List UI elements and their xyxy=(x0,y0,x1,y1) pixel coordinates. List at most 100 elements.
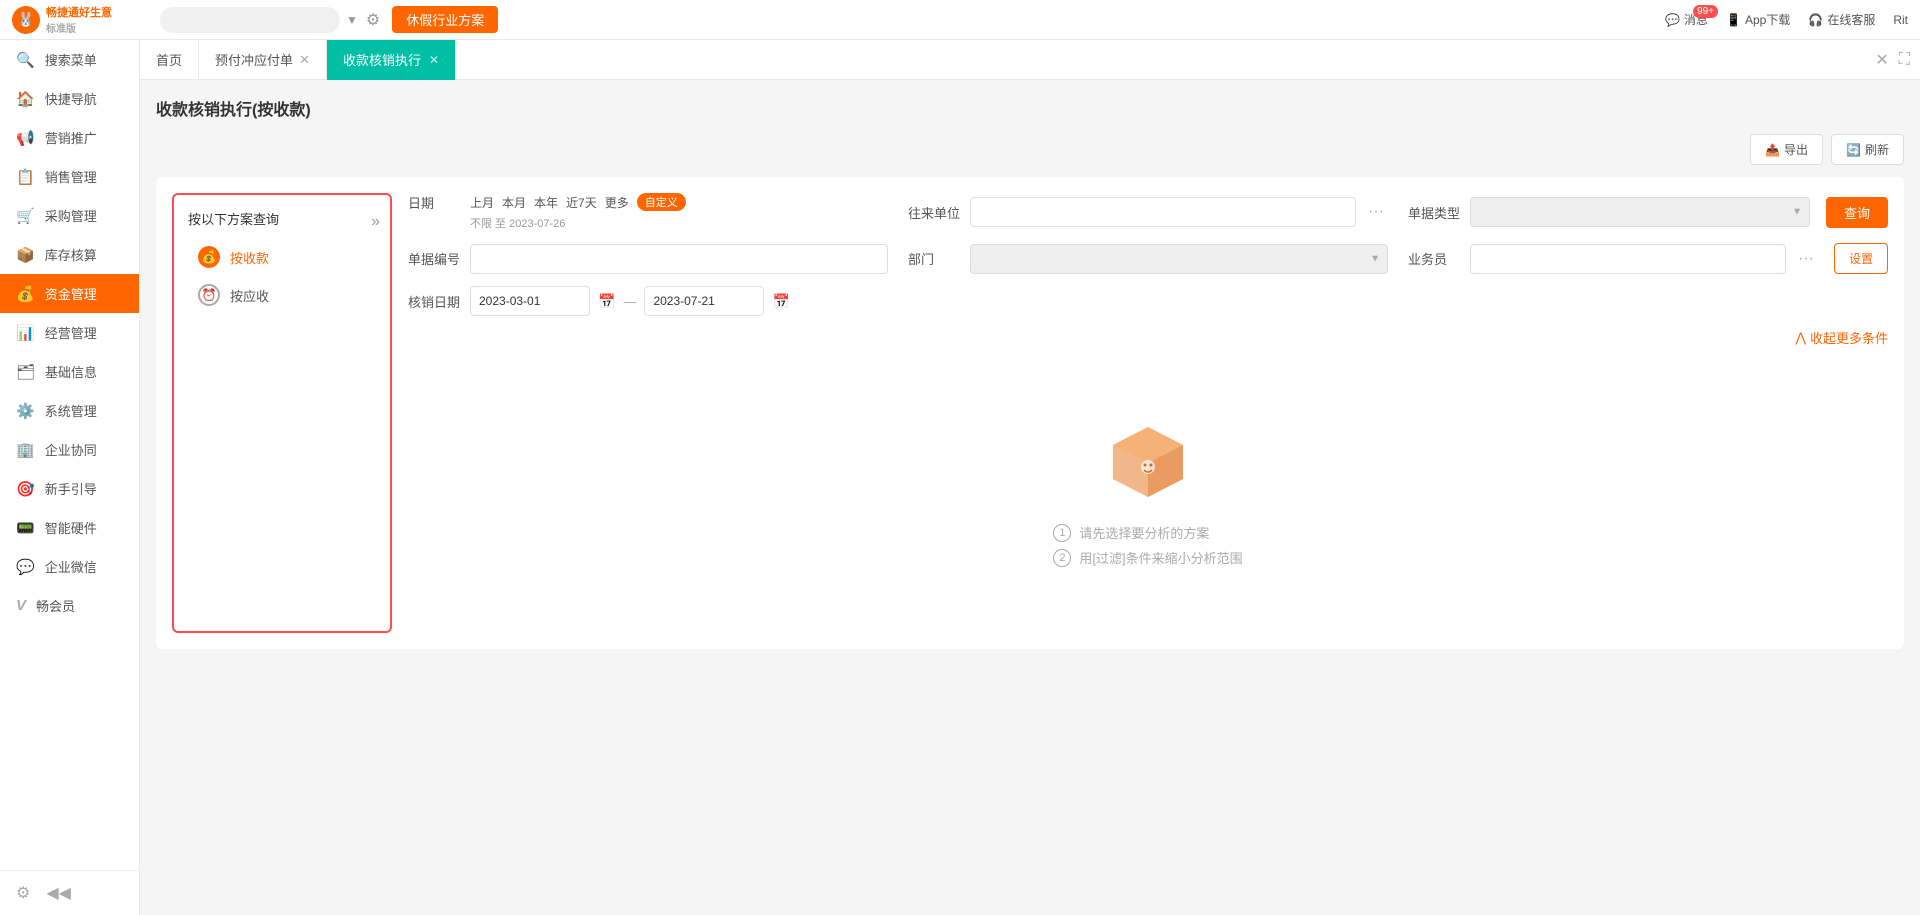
sidebar-bottom: ⚙ ◀◀ xyxy=(0,870,139,915)
guide-icon: 🎯 xyxy=(16,480,35,498)
sidebar-item-enterprise[interactable]: 🏢 企业协同 xyxy=(0,430,139,469)
tab-close-receipt-icon[interactable]: ✕ xyxy=(429,53,439,67)
sidebar-item-label: 库存核算 xyxy=(45,245,97,264)
refresh-button[interactable]: 🔄 刷新 xyxy=(1831,134,1904,165)
service-icon: 🎧 xyxy=(1808,13,1823,27)
tab-close-prepay-icon[interactable]: ✕ xyxy=(299,52,310,68)
date-this-year[interactable]: 本年 xyxy=(534,194,558,211)
sidebar-item-marketing[interactable]: 📢 营销推广 xyxy=(0,118,139,157)
home-tab-label: 首页 xyxy=(156,50,182,69)
purchase-icon: 🛒 xyxy=(16,207,35,225)
query-section: 日期 上月 本月 本年 近7天 更多 自定义 不限 至 2023-07-26 xyxy=(408,193,1888,633)
date-field: 日期 上月 本月 本年 近7天 更多 自定义 不限 至 2023-07-26 xyxy=(408,193,888,231)
sidebar-item-label: 采购管理 xyxy=(45,206,97,225)
sidebar-item-guide[interactable]: 🎯 新手引导 xyxy=(0,469,139,508)
sidebar-item-quick-nav[interactable]: 🏠 快捷导航 xyxy=(0,79,139,118)
page-title: 收款核销执行(按收款) xyxy=(156,96,1904,120)
app-name: 畅捷通好生意 xyxy=(46,4,112,20)
sidebar-item-member[interactable]: V 畅会员 xyxy=(0,586,139,625)
verif-date-start-input[interactable] xyxy=(470,286,590,316)
dept-label: 部门 xyxy=(908,249,962,268)
sidebar-item-label: 资金管理 xyxy=(45,284,97,303)
export-button[interactable]: 📤 导出 xyxy=(1750,134,1823,165)
voucher-no-label: 单据编号 xyxy=(408,249,462,268)
refresh-icon: 🔄 xyxy=(1846,143,1861,157)
filter-option-by-receivable[interactable]: ⏰ 按应收 xyxy=(174,276,390,314)
dropdown-arrow-icon[interactable]: ▼ xyxy=(346,13,358,27)
query-button[interactable]: 查询 xyxy=(1826,197,1888,228)
date-label: 日期 xyxy=(408,193,462,212)
sidebar-item-label: 企业微信 xyxy=(45,557,97,576)
voucher-type-select-wrap: ▼ xyxy=(1470,197,1810,227)
collapse-conditions-button[interactable]: ⋀ 收起更多条件 xyxy=(408,328,1888,347)
search-bar[interactable] xyxy=(160,7,340,33)
finance-icon: 💰 xyxy=(16,285,35,303)
verif-date-label: 核销日期 xyxy=(408,292,462,311)
gear-icon[interactable]: ⚙ xyxy=(366,10,380,30)
voucher-no-input[interactable] xyxy=(470,244,888,274)
settings-bottom-icon[interactable]: ⚙ xyxy=(16,883,30,903)
sidebar-item-search-menu[interactable]: 🔍 搜索菜单 xyxy=(0,40,139,79)
sidebar-item-purchase[interactable]: 🛒 采购管理 xyxy=(0,196,139,235)
system-icon: ⚙️ xyxy=(16,402,35,420)
verif-date-start-calendar-icon[interactable]: 📅 xyxy=(598,293,615,310)
settings-button[interactable]: 设置 xyxy=(1834,243,1888,274)
user-avatar[interactable]: Rit xyxy=(1893,13,1908,27)
tab-close-all-icon[interactable]: ✕ xyxy=(1875,50,1888,70)
form-row-2: 单据编号 部门 ▼ 业务员 ··· xyxy=(408,243,1888,274)
collapse-sidebar-icon[interactable]: ◀◀ xyxy=(46,883,71,903)
sidebar-item-label: 搜索菜单 xyxy=(45,50,97,69)
top-bar: 🐰 畅捷通好生意 标准版 ▼ ⚙ 休假行业方案 💬 消息 99+ 📱 App下载… xyxy=(0,0,1920,40)
sidebar-item-finance[interactable]: 💰 资金管理 xyxy=(0,274,139,313)
sidebar-item-wechat[interactable]: 💬 企业微信 xyxy=(0,547,139,586)
sidebar-item-hardware[interactable]: 📟 智能硬件 xyxy=(0,508,139,547)
date-last-month[interactable]: 上月 xyxy=(470,194,494,211)
filter-option-receivable-label: 按应收 xyxy=(230,286,269,305)
filter-panel-title: 按以下方案查询 xyxy=(174,205,293,238)
empty-hint-1: 1 请先选择要分析的方案 xyxy=(1053,523,1242,542)
app-download-button[interactable]: 📱 App下载 xyxy=(1726,11,1790,28)
partner-input[interactable] xyxy=(970,197,1356,227)
search-menu-icon: 🔍 xyxy=(16,51,35,69)
dept-select[interactable] xyxy=(970,244,1388,274)
date-more[interactable]: 更多 xyxy=(605,194,629,211)
app-download-label: App下载 xyxy=(1745,11,1790,28)
online-service-button[interactable]: 🎧 在线客服 xyxy=(1808,11,1875,28)
verif-date-separator: — xyxy=(623,294,636,309)
sidebar-item-label: 系统管理 xyxy=(45,401,97,420)
tab-receipt-verify[interactable]: 收款核销执行 ✕ xyxy=(327,40,456,80)
hint-number-1: 1 xyxy=(1053,524,1071,542)
online-service-label: 在线客服 xyxy=(1827,11,1875,28)
solution-button[interactable]: 休假行业方案 xyxy=(392,6,498,33)
filter-collapse-icon[interactable]: » xyxy=(361,213,390,231)
verif-date-end-input[interactable] xyxy=(644,286,764,316)
voucher-no-field: 单据编号 xyxy=(408,243,888,274)
search-input[interactable] xyxy=(160,7,340,33)
filter-panel: 按以下方案查询 » 💰 按收款 ⏰ 按应收 xyxy=(172,193,392,633)
date-7days[interactable]: 近7天 xyxy=(566,194,597,211)
tab-prepay[interactable]: 预付冲应付单 ✕ xyxy=(199,40,327,80)
partner-field: 往来单位 ··· xyxy=(908,193,1388,231)
sidebar-item-basic-info[interactable]: 🗂 基础信息 xyxy=(0,352,139,391)
tab-bar: 首页 预付冲应付单 ✕ 收款核销执行 ✕ ✕ ⛶ xyxy=(140,40,1920,80)
top-bar-right: 💬 消息 99+ 📱 App下载 🎧 在线客服 Rit xyxy=(1665,11,1908,28)
staff-input[interactable] xyxy=(1470,244,1786,274)
filter-option-by-receipt[interactable]: 💰 按收款 xyxy=(174,238,390,276)
sidebar-item-business[interactable]: 📊 经营管理 xyxy=(0,313,139,352)
sidebar-item-sales[interactable]: 📋 销售管理 xyxy=(0,157,139,196)
enterprise-icon: 🏢 xyxy=(16,441,35,459)
tab-home[interactable]: 首页 xyxy=(140,40,199,80)
message-button[interactable]: 💬 消息 99+ xyxy=(1665,11,1708,28)
tab-expand-icon[interactable]: ⛶ xyxy=(1899,51,1910,69)
content-card: 按以下方案查询 » 💰 按收款 ⏰ 按应收 日期 xyxy=(156,177,1904,649)
verif-date-end-calendar-icon[interactable]: 📅 xyxy=(772,293,789,310)
staff-field: 业务员 ··· 设置 xyxy=(1408,243,1888,274)
date-this-month[interactable]: 本月 xyxy=(502,194,526,211)
marketing-icon: 📢 xyxy=(16,129,35,147)
staff-more-icon[interactable]: ··· xyxy=(1794,250,1818,268)
sidebar-item-system[interactable]: ⚙️ 系统管理 xyxy=(0,391,139,430)
partner-more-icon[interactable]: ··· xyxy=(1364,203,1388,221)
sidebar-item-label: 销售管理 xyxy=(45,167,97,186)
sidebar-item-inventory[interactable]: 📦 库存核算 xyxy=(0,235,139,274)
voucher-type-select[interactable] xyxy=(1470,197,1810,227)
